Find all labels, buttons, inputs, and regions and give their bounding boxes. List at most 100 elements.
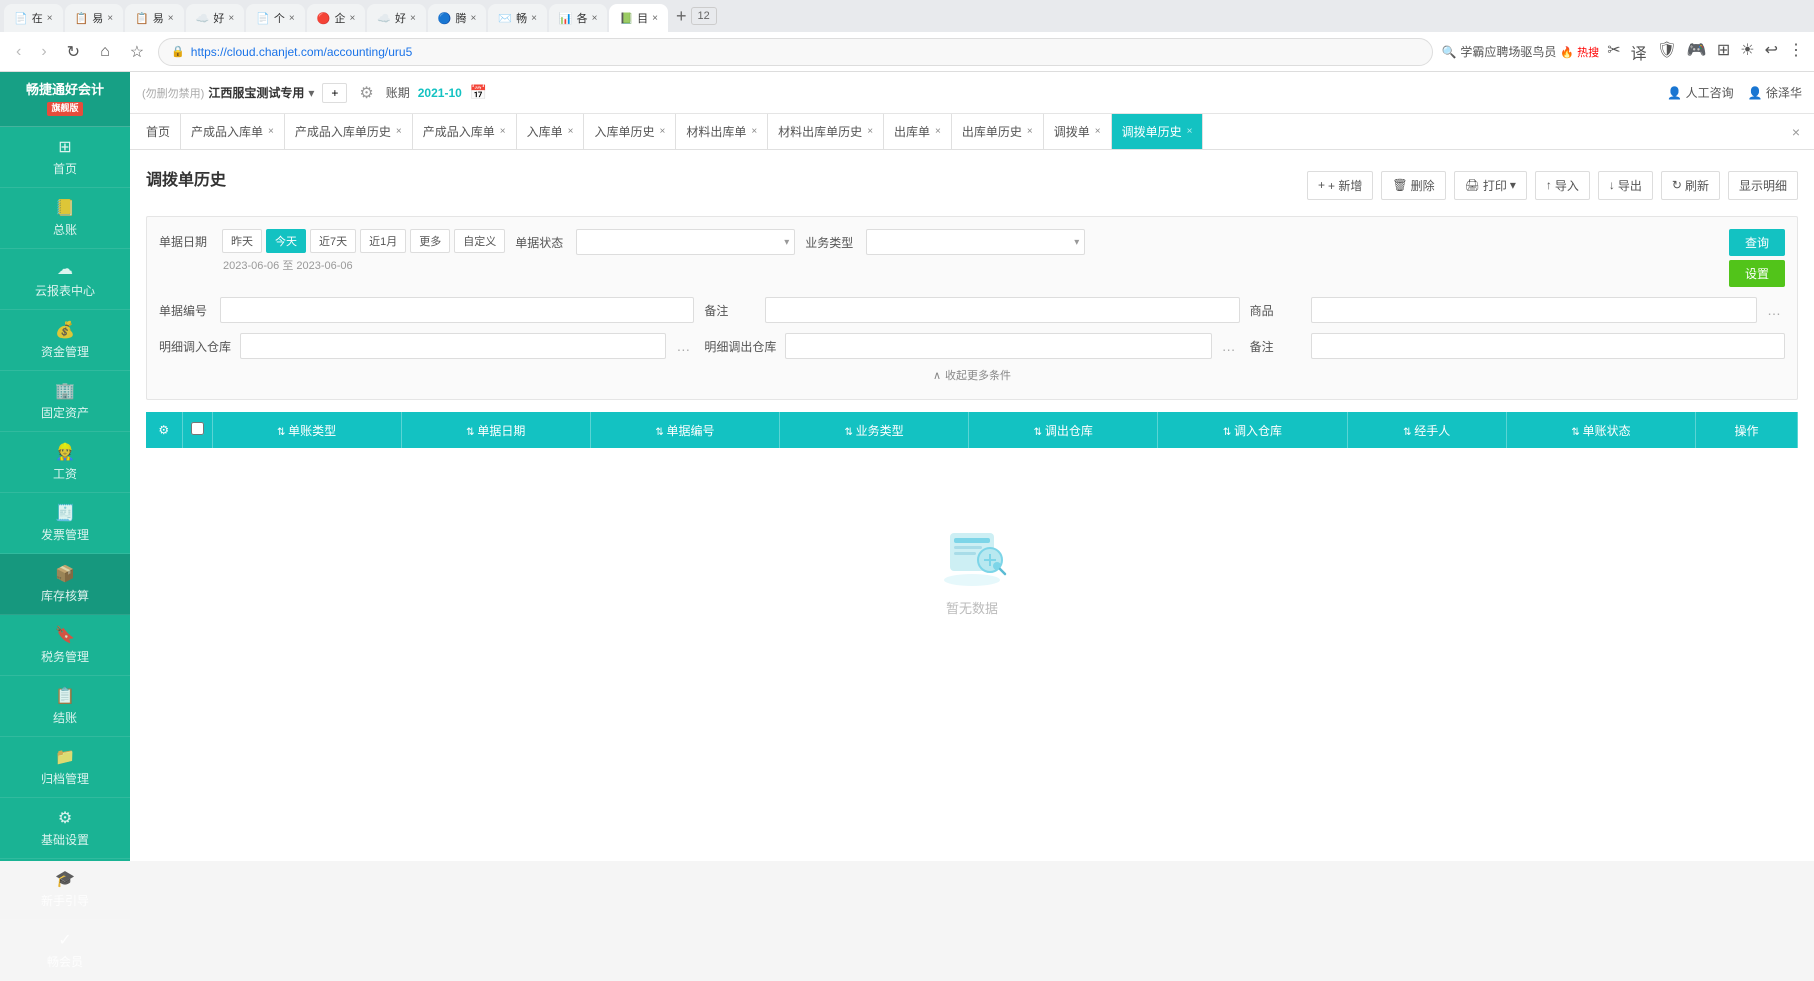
goods-input[interactable] bbox=[1311, 297, 1757, 323]
address-bar[interactable]: 🔒 https://cloud.chanjet.com/accounting/u… bbox=[158, 38, 1433, 66]
detail-out-input[interactable] bbox=[785, 333, 1211, 359]
undo-icon[interactable]: ↩ bbox=[1765, 40, 1778, 64]
grid-icon[interactable]: ⊞ bbox=[1717, 40, 1730, 64]
translate-icon[interactable]: 译 bbox=[1631, 40, 1647, 64]
app-tab-close-prod-in2[interactable]: × bbox=[500, 126, 506, 137]
col-date[interactable]: 单据日期 bbox=[401, 412, 590, 448]
app-tab-in-hist[interactable]: 入库单历史 × bbox=[584, 114, 676, 150]
col-voucher-type[interactable]: 单账类型 bbox=[212, 412, 401, 448]
sidebar-item-settings[interactable]: ⚙ 基础设置 bbox=[0, 798, 130, 859]
print-button[interactable]: 🖨 打印 ▾ bbox=[1454, 171, 1527, 200]
table-gear-header[interactable]: ⚙ bbox=[146, 412, 182, 448]
collapse-button[interactable]: ∧ 收起更多条件 bbox=[921, 363, 1023, 387]
reload-button[interactable]: ↻ bbox=[61, 40, 86, 64]
new-tab-button[interactable]: + bbox=[676, 6, 687, 27]
browser-tab-8[interactable]: 🔵 腾 × bbox=[428, 4, 487, 32]
home-button[interactable]: ⌂ bbox=[94, 41, 116, 63]
extensions-icon[interactable]: ✂ bbox=[1607, 40, 1620, 64]
tab-close-9[interactable]: × bbox=[531, 13, 537, 24]
sidebar-item-inventory[interactable]: 📦 库存核算 bbox=[0, 554, 130, 615]
refresh-button[interactable]: ↻ 刷新 bbox=[1661, 171, 1720, 200]
brightness-icon[interactable]: ☀ bbox=[1740, 40, 1754, 64]
sidebar-item-close[interactable]: 📋 结账 bbox=[0, 676, 130, 737]
browser-tab-3[interactable]: 📋 易 × bbox=[125, 4, 184, 32]
date-btn-1month[interactable]: 近1月 bbox=[360, 229, 406, 253]
date-btn-custom[interactable]: 自定义 bbox=[454, 229, 505, 253]
bookmark-button[interactable]: ☆ bbox=[124, 40, 150, 64]
col-out-warehouse[interactable]: 调出仓库 bbox=[969, 412, 1158, 448]
browser-tab-11[interactable]: 📗 目 × bbox=[609, 4, 668, 32]
forward-button[interactable]: › bbox=[35, 41, 52, 63]
col-status[interactable]: 单账状态 bbox=[1506, 412, 1695, 448]
browser-tab-7[interactable]: ☁️ 好 × bbox=[367, 4, 426, 32]
sidebar-item-reports[interactable]: ☁ 云报表中心 bbox=[0, 249, 130, 310]
biztype-select[interactable] bbox=[866, 229, 1085, 255]
detail-out-more-icon[interactable]: … bbox=[1218, 338, 1240, 354]
remark-input[interactable] bbox=[765, 297, 1239, 323]
app-tab-close-prod-in-hist[interactable]: × bbox=[396, 126, 402, 137]
sidebar-item-ledger[interactable]: 📒 总账 bbox=[0, 188, 130, 249]
sidebar-item-home[interactable]: ⊞ 首页 bbox=[0, 127, 130, 188]
col-handler[interactable]: 经手人 bbox=[1347, 412, 1506, 448]
app-tab-prod-in-hist[interactable]: 产成品入库单历史 × bbox=[285, 114, 413, 150]
app-tab-mat-out-hist[interactable]: 材料出库单历史 × bbox=[768, 114, 884, 150]
delete-button[interactable]: 🗑 删除 bbox=[1381, 171, 1445, 200]
query-button[interactable]: 查询 bbox=[1729, 229, 1785, 256]
app-tab-in[interactable]: 入库单 × bbox=[517, 114, 585, 150]
display-button[interactable]: 显示明细 bbox=[1728, 171, 1798, 200]
sidebar-item-member[interactable]: ✓ 畅会员 bbox=[0, 920, 130, 981]
app-tab-home[interactable]: 首页 bbox=[136, 114, 181, 150]
app-tab-prod-in2[interactable]: 产成品入库单 × bbox=[413, 114, 517, 150]
new-button[interactable]: + + 新增 bbox=[1307, 171, 1373, 200]
setting-button[interactable]: 设置 bbox=[1729, 260, 1785, 287]
detail-in-input[interactable] bbox=[240, 333, 666, 359]
tab-close-2[interactable]: × bbox=[107, 13, 113, 24]
goods-more-icon[interactable]: … bbox=[1763, 302, 1785, 318]
menu-icon[interactable]: ⋮ bbox=[1788, 40, 1804, 64]
browser-tab-1[interactable]: 📄 在 × bbox=[4, 4, 63, 32]
col-biz-type[interactable]: 业务类型 bbox=[780, 412, 969, 448]
export-button[interactable]: ↓ 导出 bbox=[1598, 171, 1653, 200]
browser-tab-6[interactable]: 🔴 企 × bbox=[307, 4, 366, 32]
tab-close-1[interactable]: × bbox=[47, 13, 53, 24]
browser-tab-9[interactable]: ✉️ 畅 × bbox=[488, 4, 547, 32]
status-select[interactable] bbox=[576, 229, 795, 255]
app-tab-close-in-hist[interactable]: × bbox=[659, 126, 665, 137]
detail-in-more-icon[interactable]: … bbox=[672, 338, 694, 354]
tab-close-7[interactable]: × bbox=[410, 13, 416, 24]
date-btn-7days[interactable]: 近7天 bbox=[310, 229, 356, 253]
col-voucher-no[interactable]: 单据编号 bbox=[590, 412, 779, 448]
app-tab-out-hist[interactable]: 出库单历史 × bbox=[952, 114, 1044, 150]
browser-tab-2[interactable]: 📋 易 × bbox=[65, 4, 124, 32]
sidebar-item-invoice[interactable]: 🧾 发票管理 bbox=[0, 493, 130, 554]
remark2-input[interactable] bbox=[1311, 333, 1785, 359]
app-tab-prod-in[interactable]: 产成品入库单 × bbox=[181, 114, 285, 150]
sidebar-item-tax[interactable]: 🔖 税务管理 bbox=[0, 615, 130, 676]
col-in-warehouse[interactable]: 调入仓库 bbox=[1158, 412, 1347, 448]
app-tab-transfer-hist[interactable]: 调拨单历史 × bbox=[1112, 114, 1204, 150]
close-all-icon[interactable]: × bbox=[1784, 124, 1808, 140]
game-icon[interactable]: 🎮 bbox=[1687, 40, 1707, 64]
app-tab-mat-out[interactable]: 材料出库单 × bbox=[676, 114, 768, 150]
app-tab-close-mat-out-hist[interactable]: × bbox=[867, 126, 873, 137]
browser-tab-10[interactable]: 📊 各 × bbox=[549, 4, 608, 32]
tab-close-6[interactable]: × bbox=[349, 13, 355, 24]
table-check-header[interactable] bbox=[182, 412, 212, 448]
app-tab-close-prod-in[interactable]: × bbox=[268, 126, 274, 137]
tab-close-5[interactable]: × bbox=[289, 13, 295, 24]
tab-close-11[interactable]: × bbox=[652, 13, 658, 24]
calendar-icon[interactable]: 📅 bbox=[470, 84, 487, 101]
tab-close-10[interactable]: × bbox=[592, 13, 598, 24]
app-tab-transfer[interactable]: 调拨单 × bbox=[1044, 114, 1112, 150]
tab-close-3[interactable]: × bbox=[168, 13, 174, 24]
browser-tab-4[interactable]: ☁️ 好 × bbox=[186, 4, 245, 32]
app-tab-close-in[interactable]: × bbox=[568, 126, 574, 137]
voucher-no-input[interactable] bbox=[220, 297, 694, 323]
add-company-button[interactable]: + bbox=[322, 83, 347, 103]
sidebar-item-archive[interactable]: 📁 归档管理 bbox=[0, 737, 130, 798]
back-button[interactable]: ‹ bbox=[10, 41, 27, 63]
app-tab-out[interactable]: 出库单 × bbox=[884, 114, 952, 150]
tab-close-8[interactable]: × bbox=[471, 13, 477, 24]
date-btn-today[interactable]: 今天 bbox=[266, 229, 306, 253]
settings-gear-icon[interactable]: ⚙ bbox=[355, 83, 377, 103]
